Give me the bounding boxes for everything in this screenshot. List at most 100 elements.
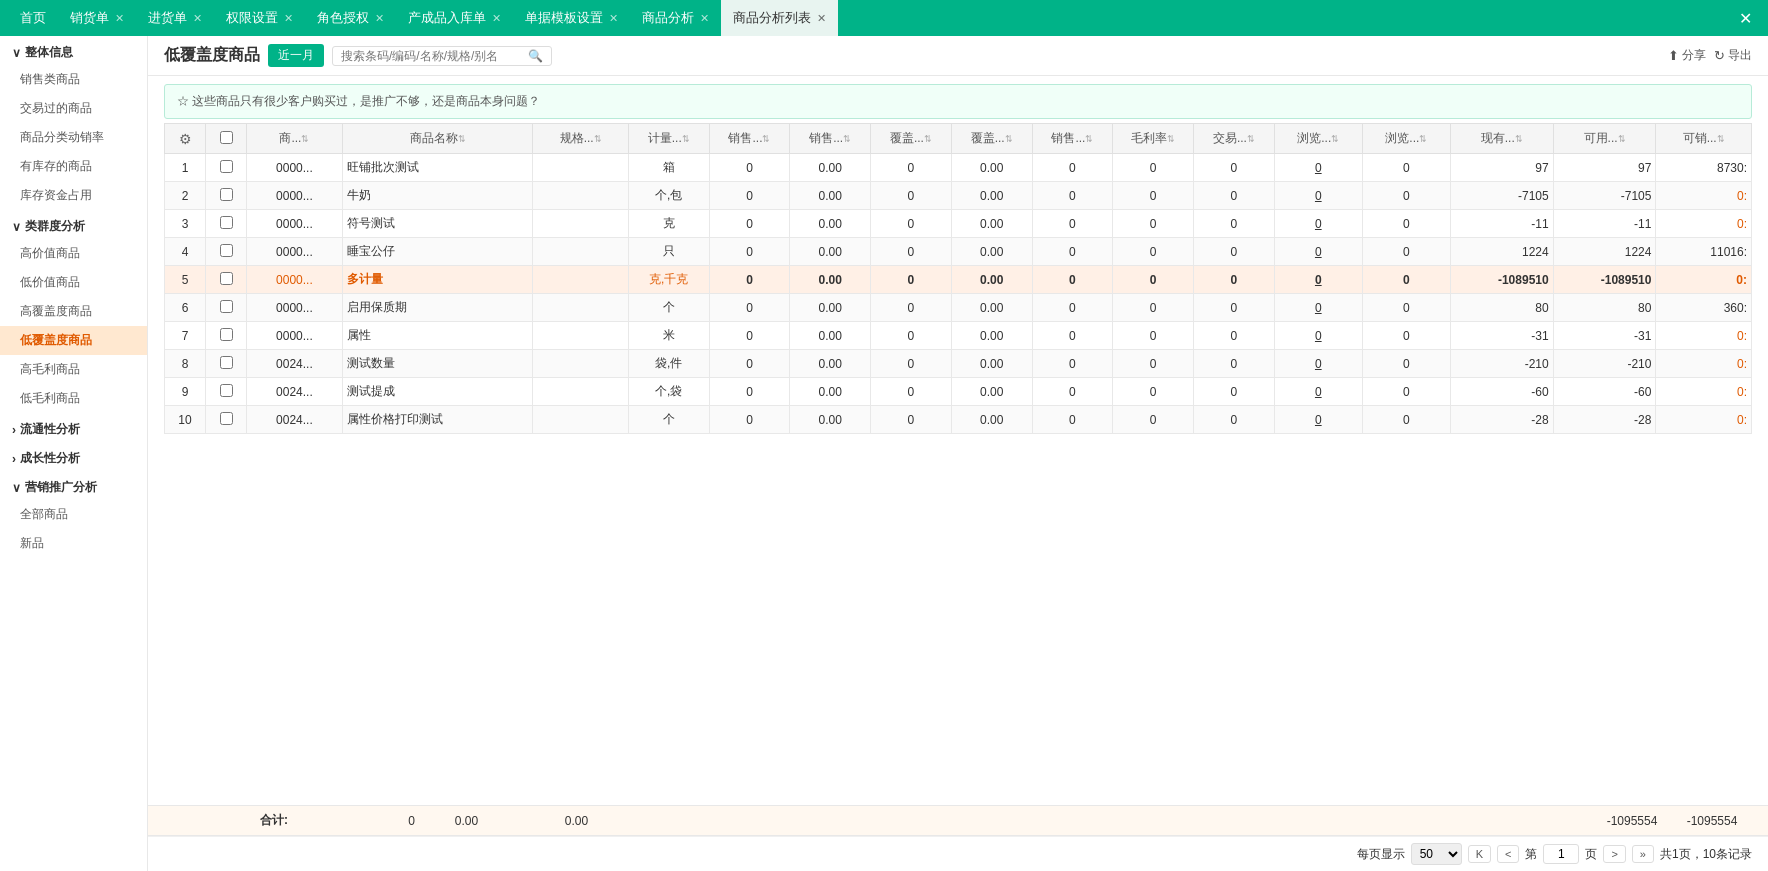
sidebar-item-high-margin[interactable]: 高毛利商品 <box>0 355 147 384</box>
nav-close-analysis-list[interactable]: ✕ <box>817 12 826 25</box>
cell-browse1[interactable]: 0 <box>1274 350 1362 378</box>
cell-checkbox[interactable] <box>206 210 247 238</box>
sidebar-section-growth-title[interactable]: › 成长性分析 <box>0 442 147 471</box>
col-gear[interactable]: ⚙ <box>165 124 206 154</box>
nav-close-template[interactable]: ✕ <box>609 12 618 25</box>
time-filter-button[interactable]: 近一月 <box>268 44 324 67</box>
cell-browse2: 0 <box>1362 406 1450 434</box>
col-unit-header[interactable]: 计量...⇅ <box>628 124 709 154</box>
cell-browse1[interactable]: 0 <box>1274 266 1362 294</box>
col-sales1-header[interactable]: 销售...⇅ <box>709 124 790 154</box>
nav-close-products[interactable]: ✕ <box>492 12 501 25</box>
col-code-header[interactable]: 商...⇅ <box>247 124 342 154</box>
cell-browse1[interactable]: 0 <box>1274 238 1362 266</box>
col-checkbox[interactable] <box>206 124 247 154</box>
nav-item-permissions[interactable]: 权限设置 ✕ <box>214 0 305 36</box>
table-container[interactable]: ⚙ 商...⇅ 商品名称⇅ 规格...⇅ <box>148 123 1768 805</box>
search-icon[interactable]: 🔍 <box>528 49 543 63</box>
nav-item-analysis[interactable]: 商品分析 ✕ <box>630 0 721 36</box>
last-page-button[interactable]: » <box>1632 845 1654 863</box>
sidebar-section-cluster-title[interactable]: ∨ 类群度分析 <box>0 210 147 239</box>
cell-browse1[interactable]: 0 <box>1274 406 1362 434</box>
cell-available: -11 <box>1553 210 1656 238</box>
sidebar-item-new-goods[interactable]: 新品 <box>0 529 147 558</box>
col-coverage2-header[interactable]: 覆盖...⇅ <box>951 124 1032 154</box>
cell-trade: 0 <box>1194 238 1275 266</box>
cell-checkbox[interactable] <box>206 154 247 182</box>
sidebar-item-sales-goods[interactable]: 销售类商品 <box>0 65 147 94</box>
cell-browse1[interactable]: 0 <box>1274 322 1362 350</box>
sidebar-item-all-goods[interactable]: 全部商品 <box>0 500 147 529</box>
nav-item-products[interactable]: 产成品入库单 ✕ <box>396 0 513 36</box>
prev-page-button[interactable]: < <box>1497 845 1519 863</box>
cell-s3: 0 <box>1032 350 1113 378</box>
sidebar-item-high-value[interactable]: 高价值商品 <box>0 239 147 268</box>
sidebar-item-capital-occupation[interactable]: 库存资金占用 <box>0 181 147 210</box>
col-name-header[interactable]: 商品名称⇅ <box>342 124 533 154</box>
table-row: 2 0000... 牛奶 个,包 0 0.00 0 0.00 0 0 0 0 0… <box>165 182 1752 210</box>
sidebar-collapse-btn[interactable]: « <box>147 76 148 100</box>
nav-item-roles[interactable]: 角色授权 ✕ <box>305 0 396 36</box>
sidebar-item-in-stock[interactable]: 有库存的商品 <box>0 152 147 181</box>
next-page-button[interactable]: > <box>1603 845 1625 863</box>
select-all-checkbox[interactable] <box>220 131 233 144</box>
per-page-select[interactable]: 50 100 200 <box>1411 843 1462 865</box>
table-row: 5 0000... 多计量 克,千克 0 0.00 0 0.00 0 0 0 0… <box>165 266 1752 294</box>
nav-item-purchase[interactable]: 进货单 ✕ <box>136 0 214 36</box>
share-button[interactable]: ⬆ 分享 <box>1668 47 1706 64</box>
col-sales3-header[interactable]: 销售...⇅ <box>1032 124 1113 154</box>
col-sales2-header[interactable]: 销售...⇅ <box>790 124 871 154</box>
col-spec-header[interactable]: 规格...⇅ <box>533 124 628 154</box>
cell-browse2: 0 <box>1362 238 1450 266</box>
cell-checkbox[interactable] <box>206 406 247 434</box>
col-current-header[interactable]: 现有...⇅ <box>1450 124 1553 154</box>
col-available-header[interactable]: 可用...⇅ <box>1553 124 1656 154</box>
nav-close-purchase[interactable]: ✕ <box>193 12 202 25</box>
cell-checkbox[interactable] <box>206 238 247 266</box>
nav-item-analysis-list[interactable]: 商品分析列表 ✕ <box>721 0 838 36</box>
cell-browse1[interactable]: 0 <box>1274 294 1362 322</box>
col-margin-header[interactable]: 毛利率⇅ <box>1113 124 1194 154</box>
cell-checkbox[interactable] <box>206 378 247 406</box>
cell-checkbox[interactable] <box>206 350 247 378</box>
nav-item-home[interactable]: 首页 <box>8 0 58 36</box>
sidebar-item-low-margin[interactable]: 低毛利商品 <box>0 384 147 413</box>
nav-item-template[interactable]: 单据模板设置 ✕ <box>513 0 630 36</box>
nav-close-sales[interactable]: ✕ <box>115 12 124 25</box>
col-browse1-header[interactable]: 浏览...⇅ <box>1274 124 1362 154</box>
cell-browse1[interactable]: 0 <box>1274 210 1362 238</box>
cell-c1: 0 <box>871 378 952 406</box>
cell-checkbox[interactable] <box>206 322 247 350</box>
sidebar-section-marketing-title[interactable]: ∨ 营销推广分析 <box>0 471 147 500</box>
sidebar-section-general-title[interactable]: ∨ 整体信息 <box>0 36 147 65</box>
gear-button[interactable]: ⚙ <box>179 131 192 147</box>
cell-browse2: 0 <box>1362 210 1450 238</box>
page-input[interactable] <box>1543 844 1579 864</box>
sidebar-item-traded-goods[interactable]: 交易过的商品 <box>0 94 147 123</box>
col-sellable-header[interactable]: 可销...⇅ <box>1656 124 1752 154</box>
sidebar-section-circulation-title[interactable]: › 流通性分析 <box>0 413 147 442</box>
sidebar-item-low-coverage[interactable]: 低覆盖度商品 <box>0 326 147 355</box>
sidebar-item-low-value[interactable]: 低价值商品 <box>0 268 147 297</box>
nav-close-roles[interactable]: ✕ <box>375 12 384 25</box>
col-coverage1-header[interactable]: 覆盖...⇅ <box>871 124 952 154</box>
cell-browse1[interactable]: 0 <box>1274 378 1362 406</box>
export-button[interactable]: ↻ 导出 <box>1714 47 1752 64</box>
nav-close-analysis[interactable]: ✕ <box>700 12 709 25</box>
arrow-down-icon3: ∨ <box>12 481 21 495</box>
table-row: 1 0000... 旺铺批次测试 箱 0 0.00 0 0.00 0 0 0 0… <box>165 154 1752 182</box>
cell-browse1[interactable]: 0 <box>1274 154 1362 182</box>
first-page-button[interactable]: K <box>1468 845 1491 863</box>
cell-checkbox[interactable] <box>206 182 247 210</box>
col-trade-header[interactable]: 交易...⇅ <box>1194 124 1275 154</box>
cell-checkbox[interactable] <box>206 294 247 322</box>
col-browse2-header[interactable]: 浏览...⇅ <box>1362 124 1450 154</box>
search-input[interactable] <box>341 49 528 63</box>
cell-browse1[interactable]: 0 <box>1274 182 1362 210</box>
cell-checkbox[interactable] <box>206 266 247 294</box>
sidebar-item-high-coverage[interactable]: 高覆盖度商品 <box>0 297 147 326</box>
sidebar-item-category-sales-rate[interactable]: 商品分类动销率 <box>0 123 147 152</box>
nav-item-sales[interactable]: 销货单 ✕ <box>58 0 136 36</box>
nav-close-all[interactable]: ✕ <box>1731 9 1760 28</box>
nav-close-permissions[interactable]: ✕ <box>284 12 293 25</box>
